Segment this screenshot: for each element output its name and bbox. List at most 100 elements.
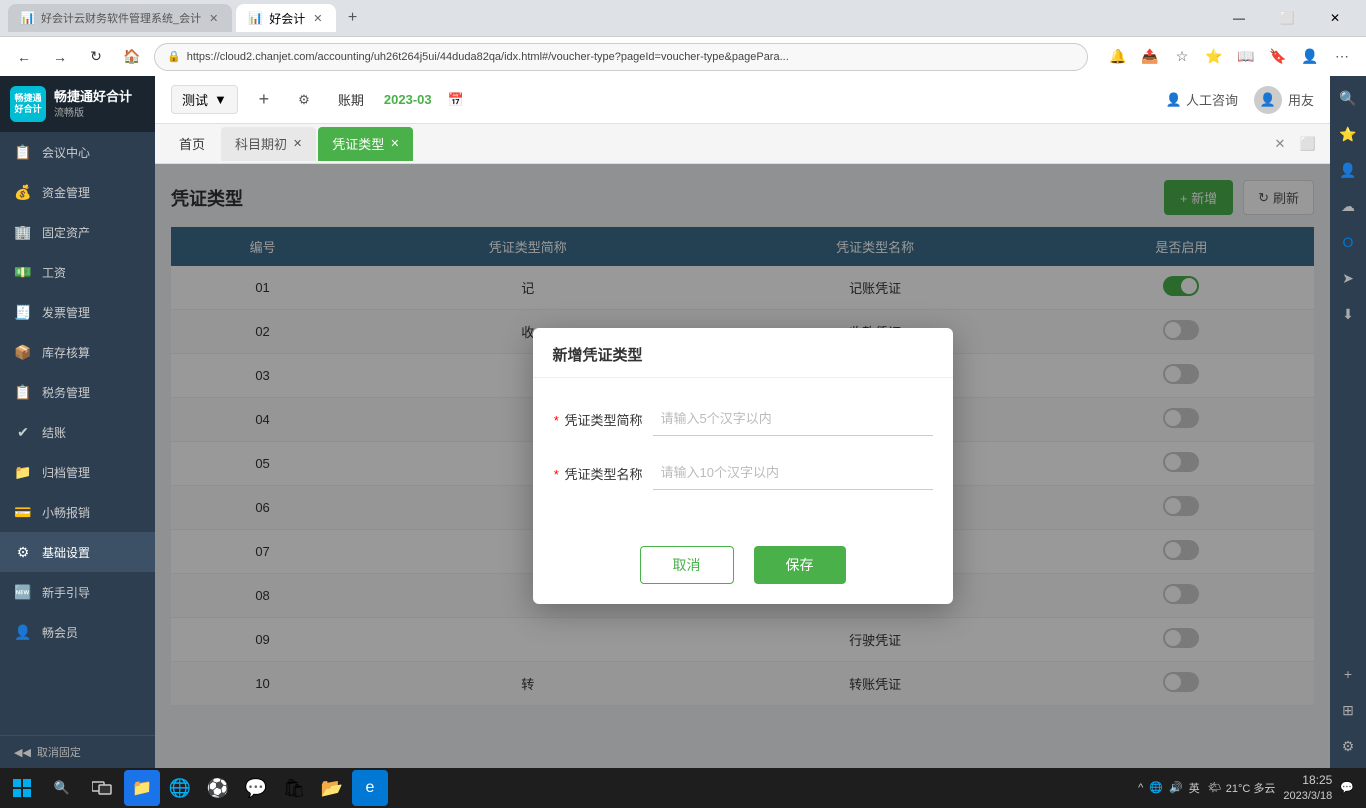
abbr-input[interactable] xyxy=(653,402,933,436)
dashboard-icon: 📋 xyxy=(14,143,32,161)
right-panel-search[interactable]: 🔍 xyxy=(1334,84,1362,112)
right-panel-settings[interactable]: ⚙ xyxy=(1334,732,1362,760)
minimize-button[interactable]: — xyxy=(1216,0,1262,36)
taskbar-lang-icon[interactable]: 英 xyxy=(1189,780,1200,796)
bookmark-button[interactable]: ☆ xyxy=(1168,43,1196,71)
taskbar-edge[interactable]: 🌐 xyxy=(162,770,198,806)
tab2-close[interactable]: ✕ xyxy=(311,10,324,27)
period-calendar-icon[interactable]: 📅 xyxy=(448,92,464,108)
right-panel-download[interactable]: ⬇ xyxy=(1334,300,1362,328)
user-button[interactable]: 👤 用友 xyxy=(1254,86,1314,114)
share-button[interactable]: 📤 xyxy=(1136,43,1164,71)
taskbar-search-button[interactable]: 🔍 xyxy=(44,770,80,806)
home-button[interactable]: 🏠 xyxy=(118,43,146,71)
refresh-button[interactable]: ↻ xyxy=(82,43,110,71)
sidebar-item-inventory[interactable]: 📦 库存核算 xyxy=(0,332,155,372)
app-container: 畅捷通好合计 畅捷通好合计 流畅版 📋 会议中心 💰 资金管理 🏢 固定资产 💵 xyxy=(0,76,1366,768)
sidebar-collapse-button[interactable]: ◀◀ 取消固定 xyxy=(0,735,155,768)
sidebar-item-dashboard[interactable]: 📋 会议中心 xyxy=(0,132,155,172)
taskbar-store[interactable]: 🛍 xyxy=(276,770,312,806)
taskbar-network-icon[interactable]: 🌐 xyxy=(1149,781,1163,794)
taskbar-files[interactable]: 📂 xyxy=(314,770,350,806)
right-panel-star[interactable]: ⭐ xyxy=(1334,120,1362,148)
right-panel-grid[interactable]: ⊞ xyxy=(1334,696,1362,724)
taskbar-clock[interactable]: 18:25 2023/3/18 xyxy=(1283,773,1332,803)
tab-minimize-icon[interactable]: ✕ xyxy=(1268,132,1292,156)
name-input[interactable] xyxy=(653,456,933,490)
taskbar-chevron-icon[interactable]: ^ xyxy=(1138,782,1143,794)
sidebar-item-basic[interactable]: ⚙ 基础设置 xyxy=(0,532,155,572)
sidebar-item-tax[interactable]: 📋 税务管理 xyxy=(0,372,155,412)
user-profile-button[interactable]: 👤 xyxy=(1296,43,1324,71)
weather-widget[interactable]: 🌤 21°C 多云 xyxy=(1208,780,1276,796)
tab2-title: 好会计 xyxy=(269,10,305,27)
sidebar-item-fixed-assets[interactable]: 🏢 固定资产 xyxy=(0,212,155,252)
tab1-close[interactable]: ✕ xyxy=(207,10,220,27)
modal-overlay: 新增凭证类型 * 凭证类型简称 * xyxy=(155,164,1330,768)
right-panel-arrow[interactable]: ➤ xyxy=(1334,264,1362,292)
right-panel-user[interactable]: 👤 xyxy=(1334,156,1362,184)
close-button[interactable]: ✕ xyxy=(1312,0,1358,36)
consult-label: 人工咨询 xyxy=(1186,90,1238,109)
name-required-star: * xyxy=(554,467,559,482)
forward-button[interactable]: → xyxy=(46,43,74,71)
tab-home[interactable]: 首页 xyxy=(165,127,219,161)
cancel-button[interactable]: 取消 xyxy=(640,546,734,584)
sidebar-item-capital[interactable]: 💰 资金管理 xyxy=(0,172,155,212)
tab-voucher-close[interactable]: ✕ xyxy=(390,137,399,150)
sidebar-item-salary[interactable]: 💵 工资 xyxy=(0,252,155,292)
taskbar: 🔍 📁 🌐 ⚽ 💬 🛍 📂 e ^ 🌐 xyxy=(0,768,1366,808)
browser-tab-2[interactable]: 📊 好会计 ✕ xyxy=(236,4,336,32)
modal-body: * 凭证类型简称 * 凭证类型名称 xyxy=(533,378,953,534)
archive-icon: 📁 xyxy=(14,463,32,481)
tab-subjects-label: 科目期初 xyxy=(235,134,287,153)
taskbar-notification[interactable]: 💬 xyxy=(1340,781,1354,794)
taskbar-chrome[interactable]: ⚽ xyxy=(200,770,236,806)
tab2-favicon: 📊 xyxy=(248,11,263,25)
period-value: 2023-03 xyxy=(384,92,432,107)
settings-button[interactable]: ⚙ xyxy=(290,86,318,114)
browser-tab-1[interactable]: 📊 好会计云财务软件管理系统_会计 ✕ xyxy=(8,4,232,32)
modal-footer: 取消 保存 xyxy=(533,534,953,604)
add-workspace-button[interactable]: + xyxy=(250,86,278,114)
sidebar-item-label: 新手引导 xyxy=(42,584,90,601)
taskbar-edge2[interactable]: e xyxy=(352,770,388,806)
right-panel-plus[interactable]: + xyxy=(1334,660,1362,688)
extensions-button[interactable]: 🔔 xyxy=(1104,43,1132,71)
taskbar-start-button[interactable] xyxy=(4,770,40,806)
sidebar-item-guide[interactable]: 🆕 新手引导 xyxy=(0,572,155,612)
right-panel-cloud[interactable]: ☁ xyxy=(1334,192,1362,220)
right-panel-outlook[interactable]: O xyxy=(1334,228,1362,256)
sidebar-item-settle[interactable]: ✔ 结账 xyxy=(0,412,155,452)
sidebar-brand: 畅捷通好合计 流畅版 xyxy=(54,89,132,120)
reader-button[interactable]: 📖 xyxy=(1232,43,1260,71)
tab-subjects[interactable]: 科目期初 ✕ xyxy=(221,127,316,161)
collections-button[interactable]: 🔖 xyxy=(1264,43,1292,71)
workspace-selector[interactable]: 测试 ▼ xyxy=(171,85,238,114)
settle-icon: ✔ xyxy=(14,423,32,441)
maximize-button[interactable]: ⬜ xyxy=(1264,0,1310,36)
save-button[interactable]: 保存 xyxy=(754,546,846,584)
url-input[interactable]: 🔒 https://cloud2.chanjet.com/accounting/… xyxy=(154,43,1088,71)
taskbar-multitask[interactable] xyxy=(84,770,120,806)
taskbar-sound-icon[interactable]: 🔊 xyxy=(1169,781,1183,794)
consult-button[interactable]: 👤 人工咨询 xyxy=(1166,90,1238,109)
sidebar-item-invoice[interactable]: 🧾 发票管理 xyxy=(0,292,155,332)
menu-button[interactable]: ⋯ xyxy=(1328,43,1356,71)
tab-subjects-close[interactable]: ✕ xyxy=(293,137,302,150)
taskbar-wechat[interactable]: 💬 xyxy=(238,770,274,806)
tab-voucher-type[interactable]: 凭证类型 ✕ xyxy=(318,127,413,161)
back-button[interactable]: ← xyxy=(10,43,38,71)
new-tab-button[interactable]: + xyxy=(340,6,364,30)
address-bar: ← → ↻ 🏠 🔒 https://cloud2.chanjet.com/acc… xyxy=(0,36,1366,76)
sidebar-toggle[interactable]: ⭐ xyxy=(1200,43,1228,71)
sidebar-item-label: 小畅报销 xyxy=(42,504,90,521)
tab-expand-icon[interactable]: ⬜ xyxy=(1296,132,1320,156)
taskbar-explorer[interactable]: 📁 xyxy=(124,770,160,806)
sidebar-item-expense[interactable]: 💳 小畅报销 xyxy=(0,492,155,532)
tab1-title: 好会计云财务软件管理系统_会计 xyxy=(41,10,201,26)
sidebar-item-archive[interactable]: 📁 归档管理 xyxy=(0,452,155,492)
sidebar-item-member[interactable]: 👤 畅会员 xyxy=(0,612,155,652)
sidebar-nav: 📋 会议中心 💰 资金管理 🏢 固定资产 💵 工资 🧾 发票管理 📦 库 xyxy=(0,132,155,735)
sidebar: 畅捷通好合计 畅捷通好合计 流畅版 📋 会议中心 💰 资金管理 🏢 固定资产 💵 xyxy=(0,76,155,768)
